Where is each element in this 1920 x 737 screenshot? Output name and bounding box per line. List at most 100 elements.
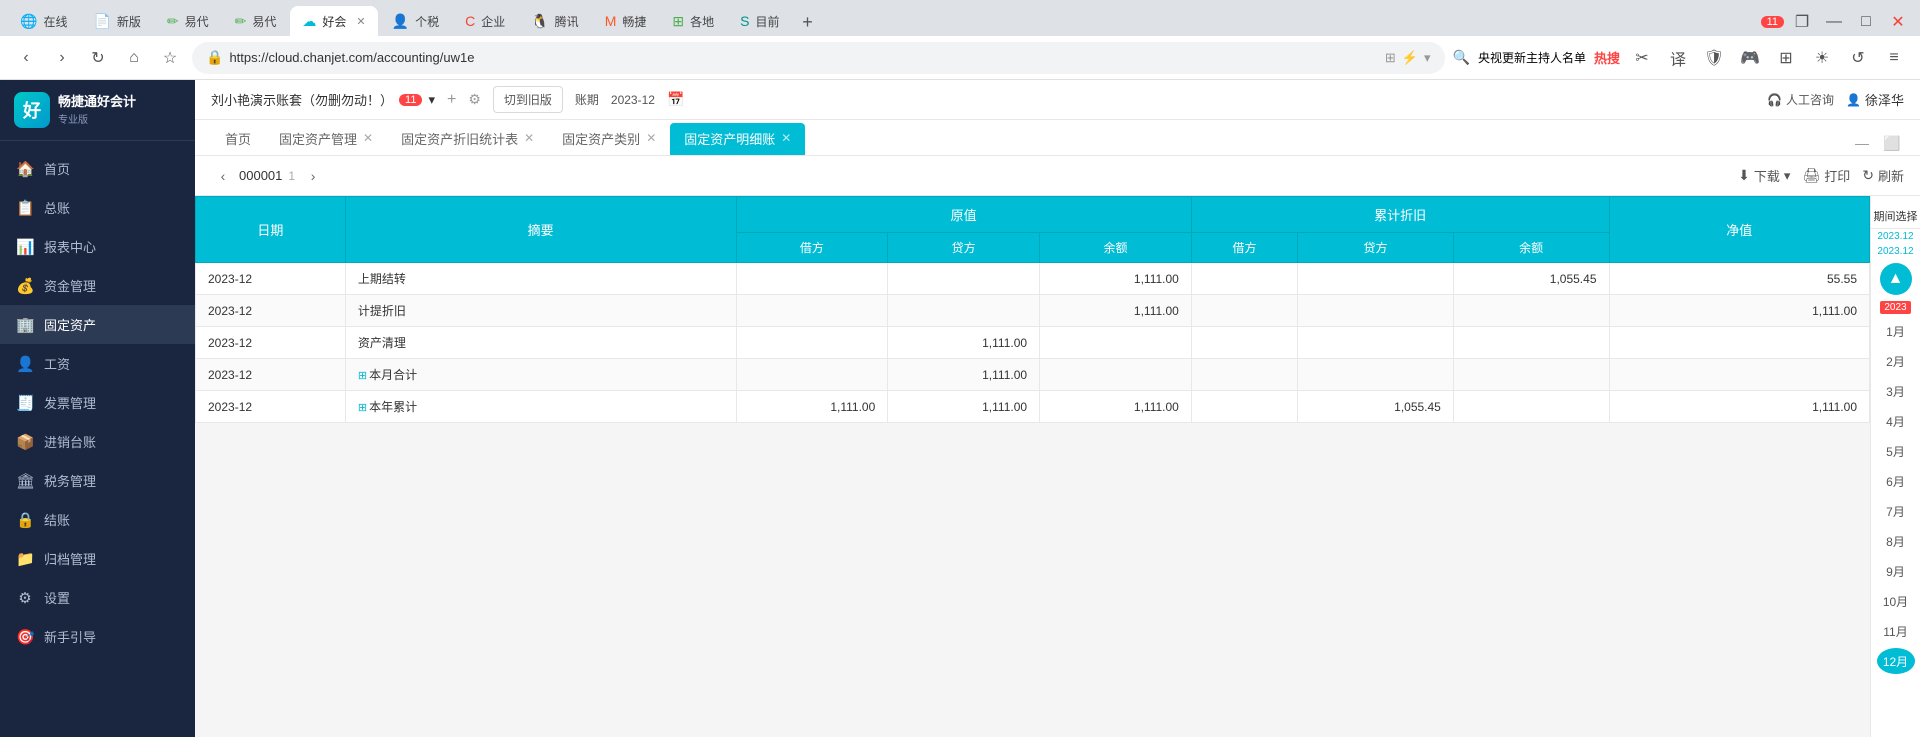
page-tab-depreciation-stats[interactable]: 固定资产折旧统计表 ✕ [387,123,548,155]
help-button[interactable]: 🎧 人工咨询 [1767,91,1834,108]
maximize-button[interactable]: □ [1852,8,1880,36]
sidebar-label-closing: 结账 [44,510,70,529]
forward-button[interactable]: › [48,44,76,72]
settings-small-button[interactable]: ⚙ [468,91,481,108]
month-12[interactable]: 12月 [1877,648,1915,674]
sidebar-item-archive[interactable]: 📁 归档管理 [0,539,195,578]
browser-tab-changjie[interactable]: M 畅捷 [593,6,659,36]
browser-tab-haokuai[interactable]: ☁ 好会 ✕ [290,6,377,36]
shield-icon[interactable]: 🛡 [1700,44,1728,72]
next-button[interactable]: › [301,164,325,188]
browser-tab-online[interactable]: 🌐 在线 [8,6,79,36]
prev-button[interactable]: ‹ [211,164,235,188]
scissors-icon[interactable]: ✂ [1628,44,1656,72]
dropdown-icon[interactable]: ▾ [1424,50,1431,66]
game-icon[interactable]: 🎮 [1736,44,1764,72]
company-selector[interactable]: 刘小艳演示账套（勿删勿动！） 11 ▾ [211,90,435,109]
close-button[interactable]: ✕ [1884,8,1912,36]
sidebar-item-closing[interactable]: 🔒 结账 [0,500,195,539]
invoice-icon: 🧾 [16,394,34,412]
browser-tab-yidai1[interactable]: ✏ 易代 [155,6,221,36]
sidebar-item-ledger[interactable]: 📋 总账 [0,188,195,227]
home-button[interactable]: ⌂ [120,44,148,72]
page-tabs: 首页 固定资产管理 ✕ 固定资产折旧统计表 ✕ 固定资产类别 ✕ 固定资产明细账… [195,120,1920,156]
logo-text: 畅捷通好会计 [58,94,136,111]
back-button[interactable]: ‹ [12,44,40,72]
window-minimize-button[interactable]: — [1850,131,1874,155]
sidebar-item-salary[interactable]: 👤 工资 [0,344,195,383]
user-avatar[interactable]: 👤 徐泽华 [1846,90,1904,109]
add-company-button[interactable]: + [447,91,456,109]
sidebar-item-funds[interactable]: 💰 资金管理 [0,266,195,305]
sidebar-item-reports[interactable]: 📊 报表中心 [0,227,195,266]
browser-tab-muqian[interactable]: S 目前 [728,6,791,36]
sidebar-item-invoice[interactable]: 🧾 发票管理 [0,383,195,422]
page-toolbar: ‹ 000001 1 › ⬇ 下载 ▾ 🖨 打印 ↻ 刷新 [195,156,1920,196]
col-header-date: 日期 [196,197,346,263]
sidebar-item-settings[interactable]: ⚙ 设置 [0,578,195,617]
sidebar-item-guide[interactable]: 🎯 新手引导 [0,617,195,656]
hot-search-label[interactable]: 热搜 [1594,48,1620,67]
cell-leiji-debit-0 [1191,263,1297,295]
tab-close-fixed-asset-mgmt[interactable]: ✕ [363,131,373,145]
month-9[interactable]: 9月 [1877,558,1915,584]
download-button[interactable]: ⬇ 下载 ▾ [1738,166,1790,185]
settings-icon: ⚙ [16,589,34,607]
month-7[interactable]: 7月 [1877,498,1915,524]
sidebar-item-tax[interactable]: 🏛 税务管理 [0,461,195,500]
browser-tab-geshui[interactable]: 👤 个税 [380,6,451,36]
month-10[interactable]: 10月 [1877,588,1915,614]
company-name: 刘小艳演示账套（勿删勿动！） [211,90,393,109]
cell-summary-1: 计提折旧 [345,295,736,327]
page-tab-asset-category[interactable]: 固定资产类别 ✕ [548,123,670,155]
new-tab-button[interactable]: + [793,8,821,36]
month-3[interactable]: 3月 [1877,378,1915,404]
download-dropdown-icon[interactable]: ▾ [1784,168,1791,184]
brightness-icon[interactable]: ☀ [1808,44,1836,72]
browser-tab-tengxun[interactable]: 🐧 腾讯 [519,6,590,36]
browser-tab-new[interactable]: 📄 新版 [81,6,152,36]
tab-close-asset-ledger[interactable]: ✕ [781,131,791,145]
month-8[interactable]: 8月 [1877,528,1915,554]
logo-icon: 好 [14,92,50,128]
site-info-icon[interactable]: ⊞ [1385,50,1396,66]
browser-tab-gedi[interactable]: ⊞ 各地 [660,6,726,36]
tab-list-button[interactable]: ❐ [1788,8,1816,36]
tab-close-asset-category[interactable]: ✕ [646,131,656,145]
period-icon[interactable]: 📅 [667,91,684,108]
reload-button[interactable]: ↻ [84,44,112,72]
month-2[interactable]: 2月 [1877,348,1915,374]
address-bar[interactable]: 🔒 https://cloud.chanjet.com/accounting/u… [192,42,1445,74]
window-maximize-button[interactable]: ⬜ [1880,131,1904,155]
lightning-icon[interactable]: ⚡ [1402,50,1418,66]
tab-close-haokuai[interactable]: ✕ [356,15,365,28]
month-6[interactable]: 6月 [1877,468,1915,494]
bookmark-button[interactable]: ☆ [156,44,184,72]
month-4[interactable]: 4月 [1877,408,1915,434]
scroll-top-button[interactable]: ▲ [1880,263,1912,295]
history-icon[interactable]: ↺ [1844,44,1872,72]
table-row: 2023-12 上期结转 1,111.00 1,055.45 55.55 [196,263,1870,295]
month-5[interactable]: 5月 [1877,438,1915,464]
page-tab-asset-ledger[interactable]: 固定资产明细账 ✕ [670,123,805,155]
menu-button[interactable]: ≡ [1880,44,1908,72]
page-tab-fixed-asset-mgmt[interactable]: 固定资产管理 ✕ [265,123,387,155]
month-1[interactable]: 1月 [1877,318,1915,344]
user-name-label: 徐泽华 [1865,90,1904,109]
sidebar-item-fixed-assets[interactable]: 🏢 固定资产 [0,305,195,344]
translate-icon[interactable]: 译 [1664,44,1692,72]
page-tab-home[interactable]: 首页 [211,123,265,155]
browser-tab-yidai2[interactable]: ✏ 易代 [223,6,289,36]
table-wrapper[interactable]: 日期 摘要 原值 累计折旧 净值 借方 贷方 余额 借方 贷方 余额 [195,196,1870,737]
sidebar-item-inventory[interactable]: 📦 进销台账 [0,422,195,461]
refresh-button[interactable]: ↻ 刷新 [1862,166,1904,185]
tab-close-depreciation-stats[interactable]: ✕ [524,131,534,145]
sidebar-item-home[interactable]: 🏠 首页 [0,149,195,188]
month-11[interactable]: 11月 [1877,618,1915,644]
switch-version-button[interactable]: 切到旧版 [493,86,563,113]
browser-tab-qiye[interactable]: C 企业 [453,6,517,36]
minimize-button[interactable]: — [1820,8,1848,36]
grid-icon[interactable]: ⊞ [1772,44,1800,72]
company-dropdown-icon[interactable]: ▾ [428,92,435,108]
print-button[interactable]: 🖨 打印 [1802,166,1850,185]
